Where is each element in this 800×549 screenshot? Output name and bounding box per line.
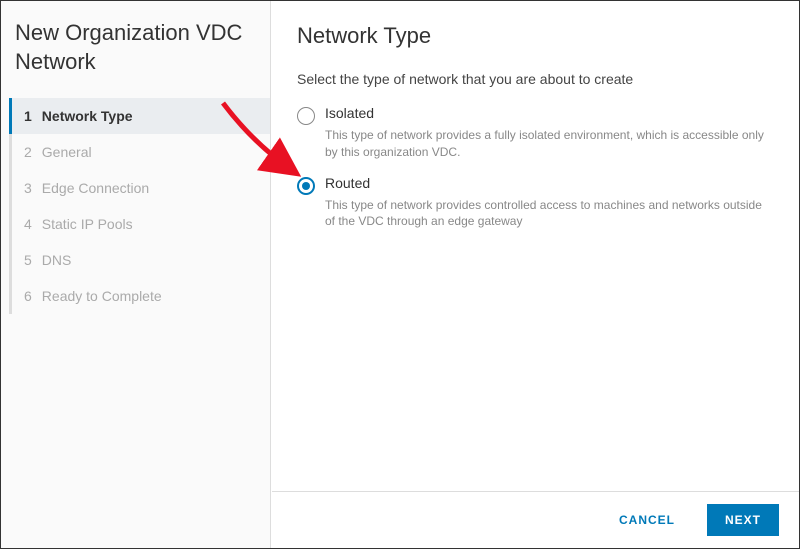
step-number: 4 (24, 216, 32, 232)
step-label: Edge Connection (42, 180, 149, 196)
step-number: 3 (24, 180, 32, 196)
step-list: 1 Network Type 2 General 3 Edge Connecti… (9, 98, 270, 314)
step-number: 5 (24, 252, 32, 268)
option-body: Isolated This type of network provides a… (325, 105, 773, 161)
step-number: 2 (24, 144, 32, 160)
option-isolated[interactable]: Isolated This type of network provides a… (297, 105, 773, 161)
step-number: 1 (24, 108, 32, 124)
option-label: Isolated (325, 105, 773, 121)
step-label: Static IP Pools (42, 216, 133, 232)
option-desc: This type of network provides a fully is… (325, 127, 773, 161)
step-label: General (42, 144, 92, 160)
step-label: DNS (42, 252, 72, 268)
option-desc: This type of network provides controlled… (325, 197, 773, 231)
page-title: Network Type (297, 23, 773, 49)
option-label: Routed (325, 175, 773, 191)
step-network-type[interactable]: 1 Network Type (9, 98, 270, 134)
step-general[interactable]: 2 General (12, 134, 270, 170)
step-static-ip-pools[interactable]: 4 Static IP Pools (12, 206, 270, 242)
step-number: 6 (24, 288, 32, 304)
radio-isolated[interactable] (297, 107, 315, 125)
wizard-main-panel: Network Type Select the type of network … (271, 1, 799, 548)
step-edge-connection[interactable]: 3 Edge Connection (12, 170, 270, 206)
option-routed[interactable]: Routed This type of network provides con… (297, 175, 773, 231)
wizard-sidebar: New Organization VDC Network 1 Network T… (1, 1, 271, 548)
wizard-title: New Organization VDC Network (1, 19, 270, 98)
next-button[interactable]: NEXT (707, 504, 779, 536)
step-dns[interactable]: 5 DNS (12, 242, 270, 278)
cancel-button[interactable]: CANCEL (601, 504, 693, 536)
wizard-footer: CANCEL NEXT (272, 491, 799, 548)
step-label: Ready to Complete (42, 288, 162, 304)
page-subtitle: Select the type of network that you are … (297, 71, 773, 87)
radio-routed[interactable] (297, 177, 315, 195)
step-ready-to-complete[interactable]: 6 Ready to Complete (12, 278, 270, 314)
option-body: Routed This type of network provides con… (325, 175, 773, 231)
step-label: Network Type (42, 108, 133, 124)
